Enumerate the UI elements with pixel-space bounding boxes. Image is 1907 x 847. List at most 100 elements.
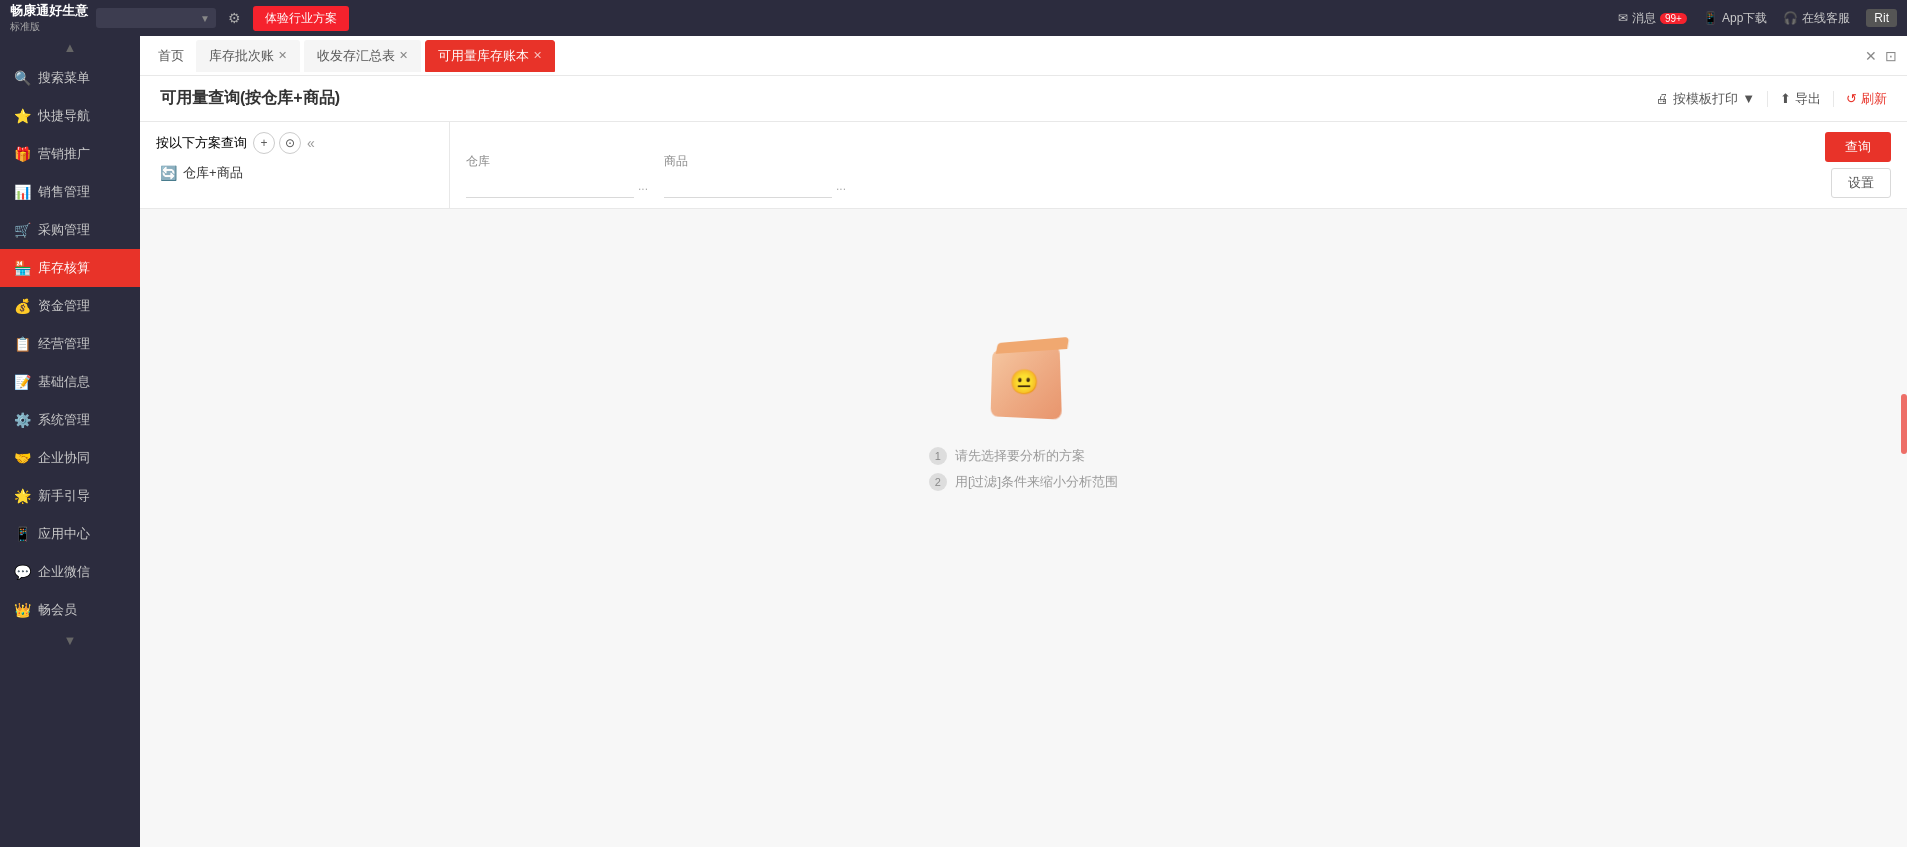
sidebar-scroll-up[interactable]: ▲ [0,36,140,59]
print-dropdown-icon[interactable]: ▼ [1742,91,1755,106]
phone-icon: 📱 [1703,11,1718,25]
logo-sub-text: 标准版 [10,20,40,34]
user-avatar[interactable]: Rit [1866,9,1897,27]
sidebar-scroll-down[interactable]: ▼ [0,629,140,652]
sales-icon: 📊 [14,184,30,200]
page-actions: 🖨 按模板打印 ▼ ⬆ 导出 ↺ 刷新 [1656,90,1887,108]
sidebar-label-search-menu: 搜索菜单 [38,69,90,87]
sidebar-item-search-menu[interactable]: 🔍 搜索菜单 [0,59,140,97]
trial-industry-button[interactable]: 体验行业方案 [253,6,349,31]
message-badge: 99+ [1660,13,1687,24]
search-dropdown-icon[interactable]: ▼ [200,13,210,24]
tab-receive-summary-close[interactable]: ✕ [399,49,408,62]
scheme-panel-header: 按以下方案查询 + ⊙ « [156,132,433,154]
sidebar-item-vip[interactable]: 👑 畅会员 [0,591,140,629]
app-download-item[interactable]: 📱 App下载 [1703,10,1767,27]
content-area: 首页 库存批次账 ✕ 收发存汇总表 ✕ 可用量库存账本 ✕ ✕ ⊡ [140,36,1907,847]
top-search-input[interactable] [96,8,216,28]
scheme-item-warehouse-product[interactable]: 🔄 仓库+商品 [156,162,433,184]
filter-field-product: 商品 ... [664,153,846,198]
tab-inventory-batch[interactable]: 库存批次账 ✕ [196,40,300,72]
warehouse-input-wrap: ... [466,174,648,198]
sidebar-item-finance[interactable]: 💰 资金管理 [0,287,140,325]
page-title: 可用量查询(按仓库+商品) [160,88,340,109]
tab-available-qty-label: 可用量库存账本 [438,47,529,65]
sidebar-label-enterprise: 企业协同 [38,449,90,467]
warehouse-input[interactable] [466,174,634,198]
top-bar: 畅康通好生意 标准版 ▼ ⚙ 体验行业方案 ✉ 消息 99+ 📱 App下载 🎧 [0,0,1907,36]
tab-inventory-batch-close[interactable]: ✕ [278,49,287,62]
purchase-icon: 🛒 [14,222,30,238]
sidebar-label-operation: 经营管理 [38,335,90,353]
marketing-icon: 🎁 [14,146,30,162]
sidebar-item-quick-nav[interactable]: ⭐ 快捷导航 [0,97,140,135]
filter-field-warehouse: 仓库 ... [466,153,648,198]
sidebar-item-marketing[interactable]: 🎁 营销推广 [0,135,140,173]
warehouse-field-label: 仓库 [466,153,648,170]
online-support-item[interactable]: 🎧 在线客服 [1783,10,1850,27]
sidebar-item-inventory[interactable]: 🏪 库存核算 [0,249,140,287]
tab-inventory-batch-label: 库存批次账 [209,47,274,65]
tab-close-window-button[interactable]: ✕ [1865,48,1877,64]
finance-icon: 💰 [14,298,30,314]
product-input-wrap: ... [664,174,846,198]
settings-gear-button[interactable]: ⚙ [224,6,245,30]
print-template-button[interactable]: 🖨 按模板打印 ▼ [1656,90,1755,108]
sidebar-item-wechat[interactable]: 💬 企业微信 [0,553,140,591]
message-icon: ✉ [1618,11,1628,25]
product-more-button[interactable]: ... [836,179,846,193]
tab-expand-button[interactable]: ⊡ [1885,48,1897,64]
right-scrollbar[interactable] [1901,394,1907,454]
warehouse-more-button[interactable]: ... [638,179,648,193]
apps-icon: 📱 [14,526,30,542]
sidebar-item-sales[interactable]: 📊 销售管理 [0,173,140,211]
refresh-button[interactable]: ↺ 刷新 [1846,90,1887,108]
scheme-label: 按以下方案查询 [156,134,247,152]
enterprise-icon: 🤝 [14,450,30,466]
product-field-label: 商品 [664,153,846,170]
scheme-settings-button[interactable]: ⊙ [279,132,301,154]
scheme-item-icon: 🔄 [160,165,177,181]
sidebar-item-system[interactable]: ⚙️ 系统管理 [0,401,140,439]
empty-illustration: 😐 [974,327,1074,427]
tab-home[interactable]: 首页 [150,41,192,71]
operation-icon: 📋 [14,336,30,352]
scheme-panel: 按以下方案查询 + ⊙ « 🔄 仓库+商品 [140,122,450,208]
wechat-icon: 💬 [14,564,30,580]
query-button[interactable]: 查询 [1825,132,1891,162]
sidebar-item-operation[interactable]: 📋 经营管理 [0,325,140,363]
sidebar-label-quick-nav: 快捷导航 [38,107,90,125]
export-button[interactable]: ⬆ 导出 [1780,90,1821,108]
tab-receive-summary-label: 收发存汇总表 [317,47,395,65]
scheme-add-button[interactable]: + [253,132,275,154]
tab-available-qty[interactable]: 可用量库存账本 ✕ [425,40,555,72]
app-logo[interactable]: 畅康通好生意 标准版 [10,2,88,34]
sidebar: ▲ 🔍 搜索菜单 ⭐ 快捷导航 🎁 营销推广 📊 销售管理 🛒 采购管理 [0,36,140,847]
scheme-collapse-icon[interactable]: « [307,135,315,151]
sidebar-item-basic-info[interactable]: 📝 基础信息 [0,363,140,401]
scheme-icons: + ⊙ [253,132,301,154]
tab-receive-summary[interactable]: 收发存汇总表 ✕ [304,40,421,72]
quick-nav-icon: ⭐ [14,108,30,124]
export-label: 导出 [1795,90,1821,108]
sidebar-label-purchase: 采购管理 [38,221,90,239]
empty-box-illustration: 😐 [990,346,1061,420]
messages-item[interactable]: ✉ 消息 99+ [1618,10,1687,27]
scheme-item-label: 仓库+商品 [183,164,243,182]
top-bar-left: 畅康通好生意 标准版 ▼ ⚙ 体验行业方案 [10,2,349,34]
product-input[interactable] [664,174,832,198]
divider-2 [1833,91,1834,107]
filter-settings-button[interactable]: 设置 [1831,168,1891,198]
print-icon: 🖨 [1656,91,1669,106]
sidebar-label-inventory: 库存核算 [38,259,90,277]
sidebar-item-guide[interactable]: 🌟 新手引导 [0,477,140,515]
sidebar-item-enterprise[interactable]: 🤝 企业协同 [0,439,140,477]
tab-available-qty-close[interactable]: ✕ [533,49,542,62]
export-icon: ⬆ [1780,91,1791,106]
sidebar-label-wechat: 企业微信 [38,563,90,581]
sidebar-label-guide: 新手引导 [38,487,90,505]
sidebar-item-purchase[interactable]: 🛒 采购管理 [0,211,140,249]
sidebar-label-finance: 资金管理 [38,297,90,315]
sidebar-label-marketing: 营销推广 [38,145,90,163]
sidebar-item-apps[interactable]: 📱 应用中心 [0,515,140,553]
